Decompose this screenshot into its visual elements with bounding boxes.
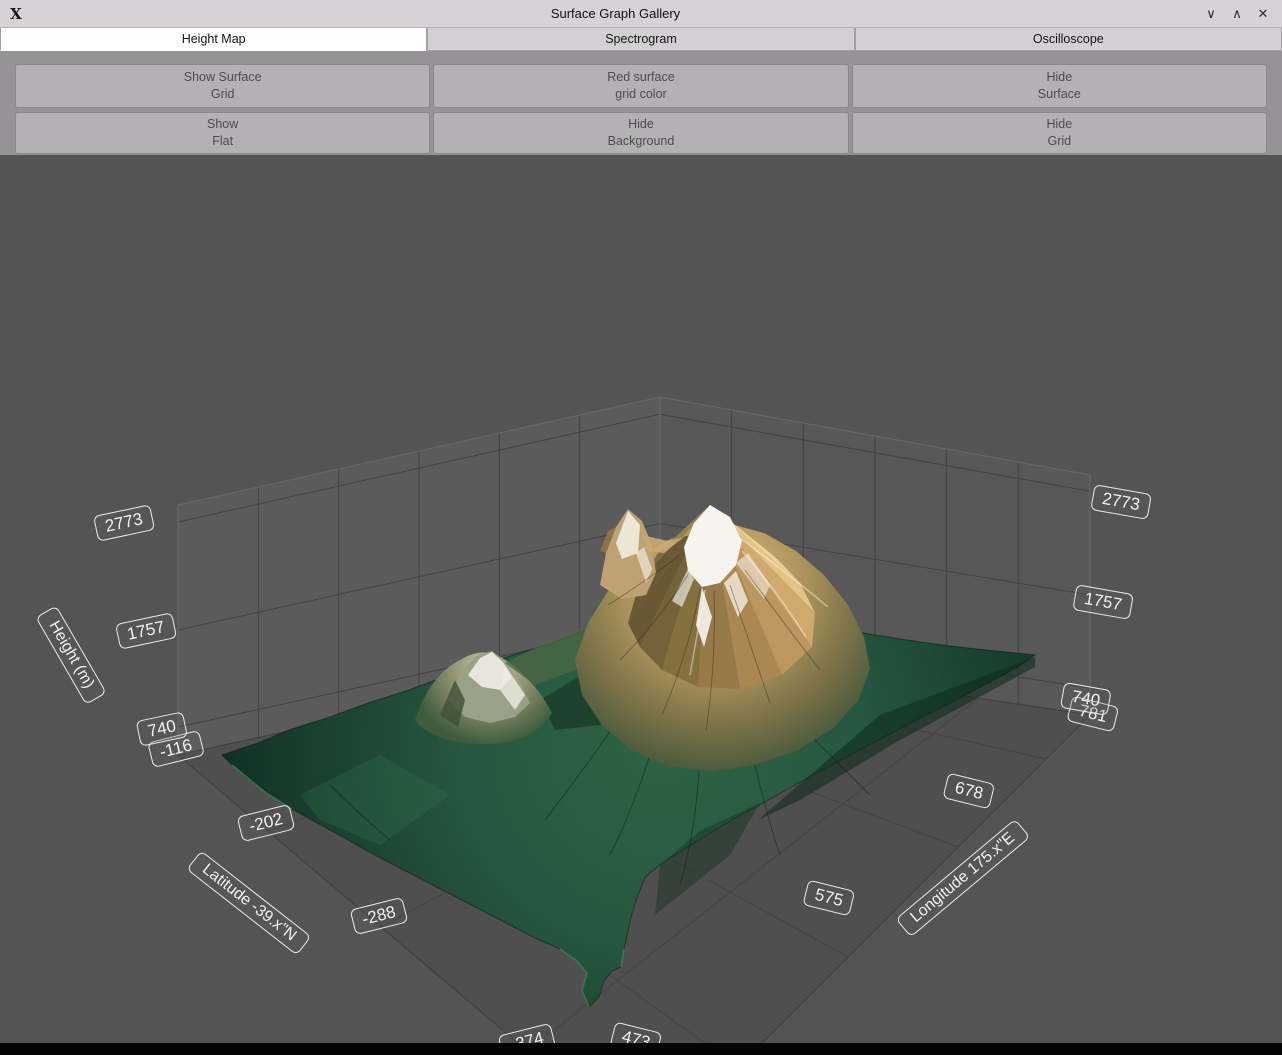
bottom-bar — [0, 1043, 1282, 1055]
window-title: Surface Graph Gallery — [27, 6, 1204, 21]
app-icon: X — [5, 5, 27, 23]
hide-grid-button[interactable]: Hide Grid — [852, 112, 1267, 154]
toolbar: Show Surface Grid Red surface grid color… — [0, 51, 1282, 155]
tab-oscilloscope[interactable]: Oscilloscope — [855, 28, 1282, 51]
show-flat-button[interactable]: Show Flat — [15, 112, 430, 154]
button-label: Hide — [1046, 116, 1072, 133]
button-label: Grid — [1048, 133, 1072, 150]
button-label: Background — [608, 133, 675, 150]
show-surface-grid-button[interactable]: Show Surface Grid — [15, 64, 430, 108]
tab-height-map[interactable]: Height Map — [0, 28, 427, 51]
button-label: Red surface — [607, 69, 674, 86]
hide-background-button[interactable]: Hide Background — [433, 112, 848, 154]
minimize-icon[interactable]: ∨ — [1204, 1, 1218, 27]
window-controls: ∨ ∧ ✕ — [1204, 1, 1270, 27]
button-label: grid color — [615, 86, 666, 103]
tab-bar: Height Map Spectrogram Oscilloscope — [0, 28, 1282, 51]
button-label: Show — [207, 116, 238, 133]
tab-spectrogram[interactable]: Spectrogram — [427, 28, 854, 51]
button-label: Hide — [628, 116, 654, 133]
app-window: X Surface Graph Gallery ∨ ∧ ✕ Height Map… — [0, 0, 1282, 1055]
button-label: Surface — [1038, 86, 1081, 103]
button-label: Flat — [212, 133, 233, 150]
button-label: Grid — [211, 86, 235, 103]
surface-grid-color-button[interactable]: Red surface grid color — [433, 64, 848, 108]
button-label: Hide — [1046, 69, 1072, 86]
hide-surface-button[interactable]: Hide Surface — [852, 64, 1267, 108]
maximize-icon[interactable]: ∧ — [1230, 1, 1244, 27]
title-bar: X Surface Graph Gallery ∨ ∧ ✕ — [0, 0, 1282, 28]
surface-chart[interactable]: 2773 1757 -116 740 -202 -288 -374 2773 1… — [0, 155, 1282, 1043]
button-label: Show Surface — [184, 69, 262, 86]
close-icon[interactable]: ✕ — [1256, 1, 1270, 27]
